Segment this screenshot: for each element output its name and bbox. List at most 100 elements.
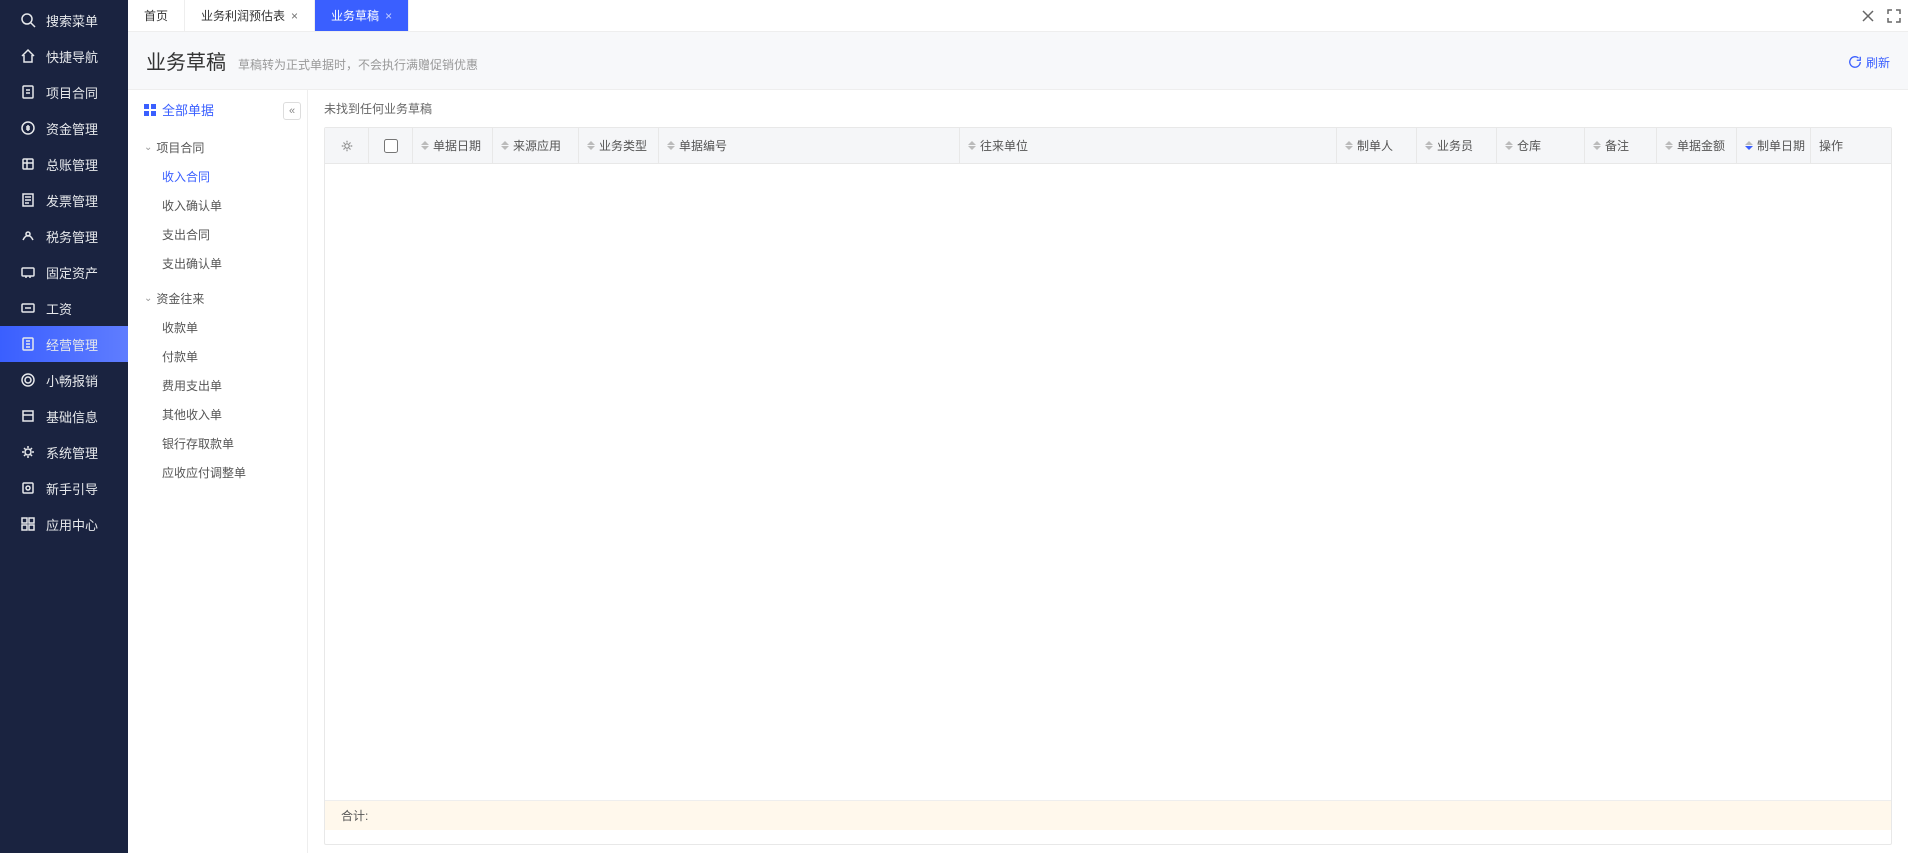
column-label: 单据金额 <box>1677 137 1725 154</box>
tabbar: 首页业务利润预估表×业务草稿× <box>128 0 1908 32</box>
all-data-label: 全部单据 <box>162 100 214 119</box>
filter-item[interactable]: 收款单 <box>144 313 307 342</box>
column-header-partner[interactable]: 往来单位 <box>960 128 1337 163</box>
sort-icon <box>968 140 976 152</box>
salary-icon <box>20 300 36 316</box>
close-icon[interactable]: × <box>385 9 392 23</box>
sidebar-item-tax[interactable]: 税务管理 <box>0 218 128 254</box>
filter-item[interactable]: 其他收入单 <box>144 400 307 429</box>
filter-item[interactable]: 费用支出单 <box>144 371 307 400</box>
sidebar-item-asset[interactable]: 固定资产 <box>0 254 128 290</box>
column-label: 仓库 <box>1517 137 1541 154</box>
filter-panel: « 全部单据 ⌄项目合同收入合同收入确认单支出合同支出确认单⌄资金往来收款单付款… <box>128 90 308 853</box>
column-header-op: 操作 <box>1811 128 1891 163</box>
select-all-cell <box>369 128 413 163</box>
table: 单据日期来源应用 业务类型单据编号往来单位 制单人 业务员 仓库 备注 单据金额 制单日期操作… <box>324 127 1892 845</box>
column-header-type[interactable]: 业务类型 <box>579 128 659 163</box>
sidebar-item-search[interactable]: 搜索菜单 <box>0 2 128 38</box>
column-header-date[interactable]: 单据日期 <box>413 128 493 163</box>
filter-group-header[interactable]: ⌄项目合同 <box>144 133 307 162</box>
table-footer: 合计: <box>325 800 1891 830</box>
filter-group-label: 资金往来 <box>156 290 204 307</box>
main: 首页业务利润预估表×业务草稿× 业务草稿 草稿转为正式单据时，不会执行满赠促销优… <box>128 0 1908 853</box>
sidebar-item-label: 基础信息 <box>46 407 98 426</box>
sidebar-item-home[interactable]: 快捷导航 <box>0 38 128 74</box>
filter-item[interactable]: 银行存取款单 <box>144 429 307 458</box>
filter-group: ⌄资金往来收款单付款单费用支出单其他收入单银行存取款单应收应付调整单 <box>144 284 307 487</box>
column-header-cdate[interactable]: 制单日期 <box>1737 128 1811 163</box>
table-settings-button[interactable] <box>325 128 369 163</box>
home-icon <box>20 48 36 64</box>
sidebar-item-file[interactable]: 项目合同 <box>0 74 128 110</box>
sidebar-item-label: 搜索菜单 <box>46 11 98 30</box>
file-icon <box>20 84 36 100</box>
body: « 全部单据 ⌄项目合同收入合同收入确认单支出合同支出确认单⌄资金往来收款单付款… <box>128 90 1908 853</box>
sidebar-item-apps[interactable]: 应用中心 <box>0 506 128 542</box>
column-header-wh[interactable]: 仓库 <box>1497 128 1585 163</box>
ledger-icon <box>20 156 36 172</box>
column-header-no[interactable]: 单据编号 <box>659 128 960 163</box>
tab-2[interactable]: 业务草稿× <box>315 0 409 31</box>
sidebar-item-base[interactable]: 基础信息 <box>0 398 128 434</box>
sort-icon <box>1425 140 1433 152</box>
tab-1[interactable]: 业务利润预估表 × <box>185 0 315 31</box>
sidebar-item-label: 发票管理 <box>46 191 98 210</box>
collapse-filter-button[interactable]: « <box>283 102 301 120</box>
select-all-checkbox[interactable] <box>384 139 398 153</box>
grid-icon <box>144 104 156 116</box>
sidebar-item-label: 新手引导 <box>46 479 98 498</box>
base-icon <box>20 408 36 424</box>
sidebar-item-biz[interactable]: 经营管理 <box>0 326 128 362</box>
fullscreen-icon[interactable] <box>1886 8 1902 24</box>
tabbar-actions <box>1860 0 1902 32</box>
close-icon[interactable]: × <box>291 9 298 23</box>
column-header-app[interactable]: 来源应用 <box>493 128 579 163</box>
filter-item[interactable]: 付款单 <box>144 342 307 371</box>
footer-total-label: 合计: <box>341 807 368 824</box>
refresh-button[interactable]: 刷新 <box>1848 54 1890 71</box>
column-label: 单据日期 <box>433 137 481 154</box>
filter-item[interactable]: 支出合同 <box>144 220 307 249</box>
filter-item[interactable]: 收入合同 <box>144 162 307 191</box>
sidebar-item-sys[interactable]: 系统管理 <box>0 434 128 470</box>
sidebar-item-invoice[interactable]: 发票管理 <box>0 182 128 218</box>
sidebar-item-label: 资金管理 <box>46 119 98 138</box>
column-label: 制单日期 <box>1757 137 1805 154</box>
table-body <box>325 164 1891 800</box>
sidebar-item-label: 项目合同 <box>46 83 98 102</box>
page-title: 业务草稿 <box>146 46 226 75</box>
sidebar-item-reimb[interactable]: 小畅报销 <box>0 362 128 398</box>
apps-icon <box>20 516 36 532</box>
sort-icon <box>667 140 675 152</box>
sort-icon <box>501 140 509 152</box>
page-subtitle: 草稿转为正式单据时，不会执行满赠促销优惠 <box>238 56 478 73</box>
sort-icon <box>421 140 429 152</box>
sidebar-item-salary[interactable]: 工资 <box>0 290 128 326</box>
column-label: 制单人 <box>1357 137 1393 154</box>
column-header-maker[interactable]: 制单人 <box>1337 128 1417 163</box>
sidebar-item-label: 小畅报销 <box>46 371 98 390</box>
filter-item[interactable]: 应收应付调整单 <box>144 458 307 487</box>
tab-label: 业务利润预估表 <box>201 7 285 24</box>
close-tab-icon[interactable] <box>1860 8 1876 24</box>
column-label: 备注 <box>1605 137 1629 154</box>
column-label: 业务类型 <box>599 137 647 154</box>
filter-group: ⌄项目合同收入合同收入确认单支出合同支出确认单 <box>144 133 307 278</box>
sidebar-item-label: 总账管理 <box>46 155 98 174</box>
sidebar-item-money[interactable]: 资金管理 <box>0 110 128 146</box>
filter-group-header[interactable]: ⌄资金往来 <box>144 284 307 313</box>
tab-0[interactable]: 首页 <box>128 0 185 31</box>
column-header-amount[interactable]: 单据金额 <box>1657 128 1737 163</box>
biz-icon <box>20 336 36 352</box>
content: 未找到任何业务草稿 单据日期来源应用业务类型单据编号往来单位制单人业务员仓库备注… <box>308 90 1908 853</box>
filter-item[interactable]: 支出确认单 <box>144 249 307 278</box>
sidebar-item-guide[interactable]: 新手引导 <box>0 470 128 506</box>
horizontal-scrollbar[interactable] <box>325 830 1891 844</box>
filter-item[interactable]: 收入确认单 <box>144 191 307 220</box>
column-header-remark[interactable]: 备注 <box>1585 128 1657 163</box>
sidebar-item-ledger[interactable]: 总账管理 <box>0 146 128 182</box>
sidebar-item-label: 系统管理 <box>46 443 98 462</box>
sidebar-item-label: 税务管理 <box>46 227 98 246</box>
column-header-sales[interactable]: 业务员 <box>1417 128 1497 163</box>
invoice-icon <box>20 192 36 208</box>
